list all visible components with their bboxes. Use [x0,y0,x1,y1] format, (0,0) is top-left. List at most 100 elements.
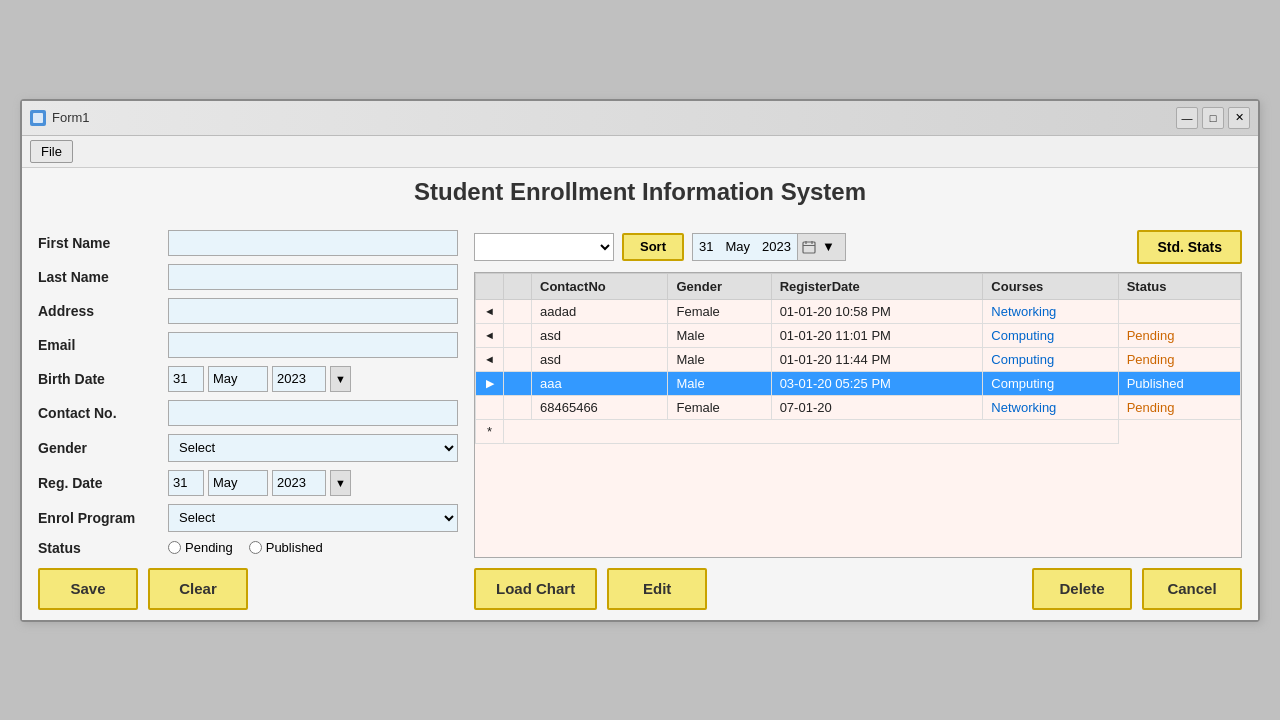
reg-month-input[interactable] [208,470,268,496]
svg-rect-1 [803,242,815,253]
contact-cell: aaa [532,371,668,395]
contact-cell: aadad [532,299,668,323]
pending-radio-label[interactable]: Pending [168,540,233,555]
filter-combo[interactable] [474,233,614,261]
last-name-input[interactable] [168,264,458,290]
col-gender: Gender [668,273,771,299]
address-input[interactable] [168,298,458,324]
calendar-button[interactable]: ▼ [797,234,845,260]
row-num [504,347,532,371]
load-chart-button[interactable]: Load Chart [474,568,597,610]
right-panel: Sort 31 May 2023 ▼ Std. Stats [474,230,1242,610]
edit-button[interactable]: Edit [607,568,707,610]
top-controls: Sort 31 May 2023 ▼ Std. Stats [474,230,1242,264]
email-label: Email [38,337,168,353]
published-radio-label[interactable]: Published [249,540,323,555]
enrol-label: Enrol Program [38,510,168,526]
filter-date-year: 2023 [756,239,797,254]
row-indicator: ◄ [476,323,504,347]
row-num [504,299,532,323]
row-num [504,323,532,347]
status-cell: Pending [1118,395,1240,419]
table-row[interactable]: ◄asdMale01-01-20 11:44 PMComputingPendin… [476,347,1241,371]
minimize-button[interactable]: — [1176,107,1198,129]
cancel-button[interactable]: Cancel [1142,568,1242,610]
table-header-row: ContactNo Gender RegisterDate Courses St… [476,273,1241,299]
filter-date-display: 31 May 2023 ▼ [692,233,846,261]
filter-date-day: 31 [693,239,719,254]
regdate-cell: 01-01-20 11:01 PM [771,323,983,347]
published-radio-text: Published [266,540,323,555]
gender-cell: Female [668,299,771,323]
regdate-cell: 07-01-20 [771,395,983,419]
window-icon [30,110,46,126]
new-row-empty [504,419,1119,443]
sort-button[interactable]: Sort [622,233,684,261]
published-radio[interactable] [249,541,262,554]
row-num [504,395,532,419]
row-indicator: ◄ [476,347,504,371]
pending-radio[interactable] [168,541,181,554]
enrol-row: Enrol Program Select Networking Computin… [38,504,458,532]
last-name-row: Last Name [38,264,458,290]
students-table: ContactNo Gender RegisterDate Courses St… [475,273,1241,444]
clear-button[interactable]: Clear [148,568,248,610]
gender-cell: Female [668,395,771,419]
calendar-dropdown-arrow[interactable]: ▼ [816,239,841,254]
courses-cell: Networking [983,299,1118,323]
status-cell: Pending [1118,323,1240,347]
window-controls: — □ ✕ [1176,107,1250,129]
col-indicator [476,273,504,299]
reg-day-input[interactable] [168,470,204,496]
gender-select[interactable]: Select Male Female [168,434,458,462]
courses-cell: Computing [983,323,1118,347]
birth-date-group: ▼ [168,366,458,392]
row-indicator [476,395,504,419]
close-button[interactable]: ✕ [1228,107,1250,129]
reg-year-input[interactable] [272,470,326,496]
filter-date-month: May [719,239,756,254]
file-menu[interactable]: File [30,140,73,163]
contact-input[interactable] [168,400,458,426]
address-label: Address [38,303,168,319]
courses-cell: Networking [983,395,1118,419]
enrol-select[interactable]: Select Networking Computing [168,504,458,532]
status-row: Status Pending Published [38,540,458,556]
save-button[interactable]: Save [38,568,138,610]
email-row: Email [38,332,458,358]
first-name-input[interactable] [168,230,458,256]
reg-date-label: Reg. Date [38,475,168,491]
title-bar: Form1 — □ ✕ [22,101,1258,136]
reg-date-row: Reg. Date ▼ [38,470,458,496]
first-name-row: First Name [38,230,458,256]
birth-date-dropdown-button[interactable]: ▼ [330,366,351,392]
table-row[interactable]: ◄aadadFemale01-01-20 10:58 PMNetworking [476,299,1241,323]
svg-rect-0 [33,113,43,123]
birth-month-input[interactable] [208,366,268,392]
col-row-num [504,273,532,299]
row-indicator: ▶ [476,371,504,395]
courses-cell: Computing [983,371,1118,395]
regdate-cell: 01-01-20 11:44 PM [771,347,983,371]
col-regdate: RegisterDate [771,273,983,299]
reg-date-dropdown-button[interactable]: ▼ [330,470,351,496]
email-input[interactable] [168,332,458,358]
status-form-label: Status [38,540,168,556]
table-row[interactable]: ◄asdMale01-01-20 11:01 PMComputingPendin… [476,323,1241,347]
gender-cell: Male [668,323,771,347]
address-row: Address [38,298,458,324]
table-row[interactable]: ▶aaaMale03-01-20 05:25 PMComputingPublis… [476,371,1241,395]
main-content: Student Enrollment Information System Fi… [22,168,1258,620]
birth-year-input[interactable] [272,366,326,392]
birth-day-input[interactable] [168,366,204,392]
std-stats-button[interactable]: Std. Stats [1137,230,1242,264]
maximize-button[interactable]: □ [1202,107,1224,129]
contact-row: Contact No. [38,400,458,426]
status-radio-group: Pending Published [168,540,323,555]
birth-date-label: Birth Date [38,371,168,387]
delete-button[interactable]: Delete [1032,568,1132,610]
birth-date-row: Birth Date ▼ [38,366,458,392]
gender-row: Gender Select Male Female [38,434,458,462]
pending-radio-text: Pending [185,540,233,555]
table-row[interactable]: 68465466Female07-01-20NetworkingPending [476,395,1241,419]
